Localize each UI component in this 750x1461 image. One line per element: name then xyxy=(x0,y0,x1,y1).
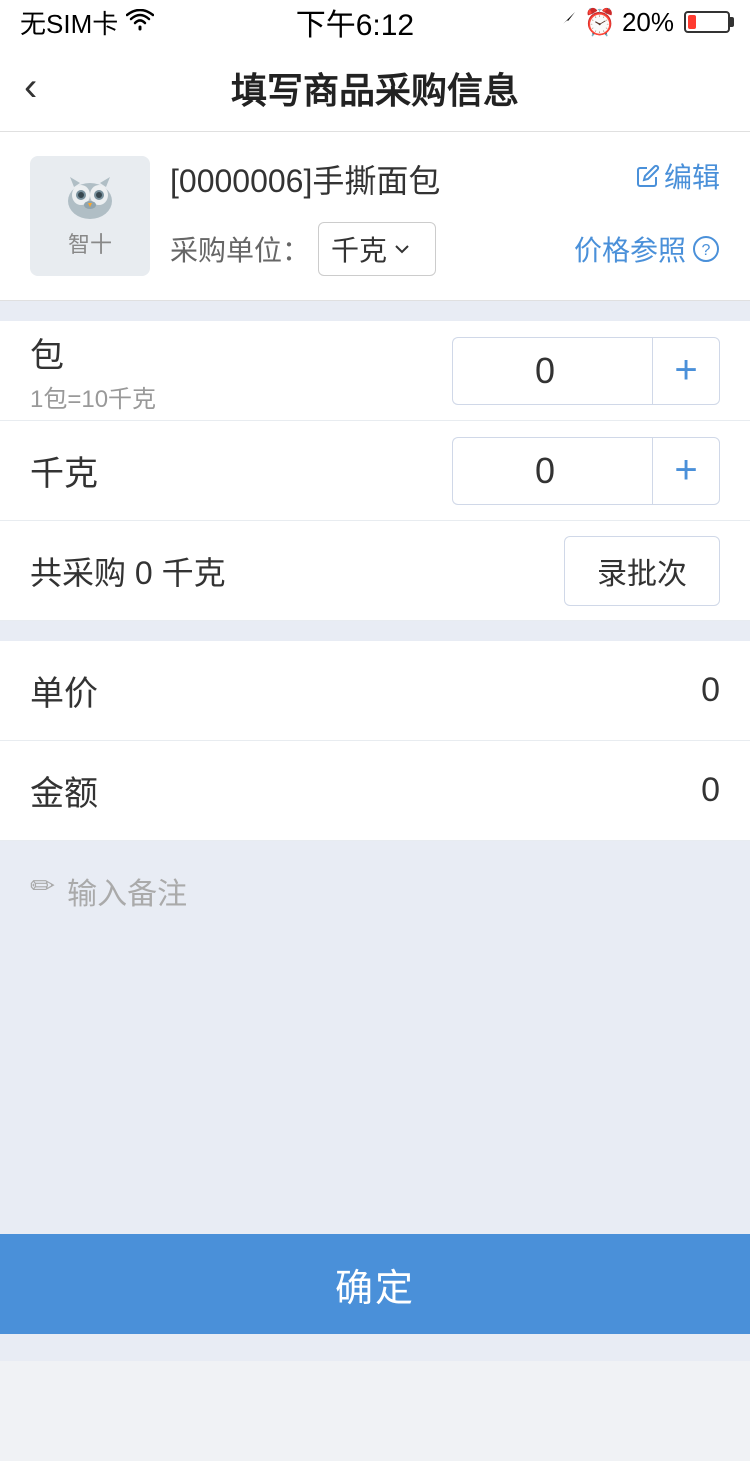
page-title: 填写商品采购信息 xyxy=(231,62,519,114)
status-right: ⏰ 20% xyxy=(556,7,730,38)
bao-input-row: 包 1包=10千克 + xyxy=(0,321,750,421)
battery-percent: 20% xyxy=(622,7,674,38)
amount-row: 金额 0 xyxy=(0,741,750,841)
battery-icon xyxy=(684,11,730,33)
unit-price-value: 0 xyxy=(701,671,720,710)
location-icon xyxy=(556,7,578,38)
owl-logo xyxy=(60,173,120,223)
wifi-icon xyxy=(126,7,154,38)
price-section: 单价 0 金额 0 xyxy=(0,641,750,841)
remark-section[interactable]: ✏ 输入备注 xyxy=(0,841,750,961)
back-button[interactable]: ‹ xyxy=(24,65,37,110)
product-image: 智十 xyxy=(30,156,150,276)
price-reference-button[interactable]: 价格参照 ? xyxy=(574,229,720,269)
status-bar: 无SIM卡 下午6:12 ⏰ 20% xyxy=(0,0,750,44)
input-section: 包 1包=10千克 + 千克 + 共采购 0 千克 录批次 xyxy=(0,321,750,621)
brand-label: 智十 xyxy=(68,227,112,259)
remark-placeholder: 输入备注 xyxy=(67,869,187,913)
bao-plus-button[interactable]: + xyxy=(652,337,720,405)
unit-value: 千克 xyxy=(331,229,387,269)
summary-row: 共采购 0 千克 录批次 xyxy=(0,521,750,621)
kg-input-row: 千克 + xyxy=(0,421,750,521)
product-card: 智十 [0000006]手撕面包 编辑 采购单位： 千克 xyxy=(0,132,750,301)
svg-text:?: ? xyxy=(702,242,711,259)
amount-value: 0 xyxy=(701,771,720,810)
batch-record-button[interactable]: 录批次 xyxy=(564,536,720,606)
edit-button[interactable]: 编辑 xyxy=(636,156,720,196)
product-info: [0000006]手撕面包 编辑 采购单位： 千克 xyxy=(170,156,720,276)
pencil-icon: ✏ xyxy=(30,869,55,904)
bao-quantity-input[interactable] xyxy=(452,337,652,405)
kg-plus-button[interactable]: + xyxy=(652,437,720,505)
unit-price-label: 单价 xyxy=(30,666,98,715)
product-name: [0000006]手撕面包 xyxy=(170,156,636,202)
confirm-button[interactable]: 确定 xyxy=(0,1234,750,1334)
unit-label: 采购单位： xyxy=(170,229,310,269)
summary-text: 共采购 0 千克 xyxy=(30,548,226,594)
alarm-icon: ⏰ xyxy=(584,7,616,38)
status-time: 下午6:12 xyxy=(296,0,414,44)
info-icon: ? xyxy=(692,235,720,263)
unit-select[interactable]: 千克 xyxy=(318,222,436,276)
chevron-down-icon xyxy=(393,240,411,258)
bao-sub-label: 1包=10千克 xyxy=(30,379,156,414)
kg-quantity-input[interactable] xyxy=(452,437,652,505)
carrier-label: 无SIM卡 xyxy=(20,4,118,41)
nav-bar: ‹ 填写商品采购信息 xyxy=(0,44,750,132)
section-divider-2 xyxy=(0,621,750,641)
bao-label: 包 xyxy=(30,328,156,377)
status-left: 无SIM卡 xyxy=(20,4,154,41)
amount-label: 金额 xyxy=(30,766,98,815)
section-divider-1 xyxy=(0,301,750,321)
unit-price-row: 单价 0 xyxy=(0,641,750,741)
kg-label: 千克 xyxy=(30,446,98,495)
